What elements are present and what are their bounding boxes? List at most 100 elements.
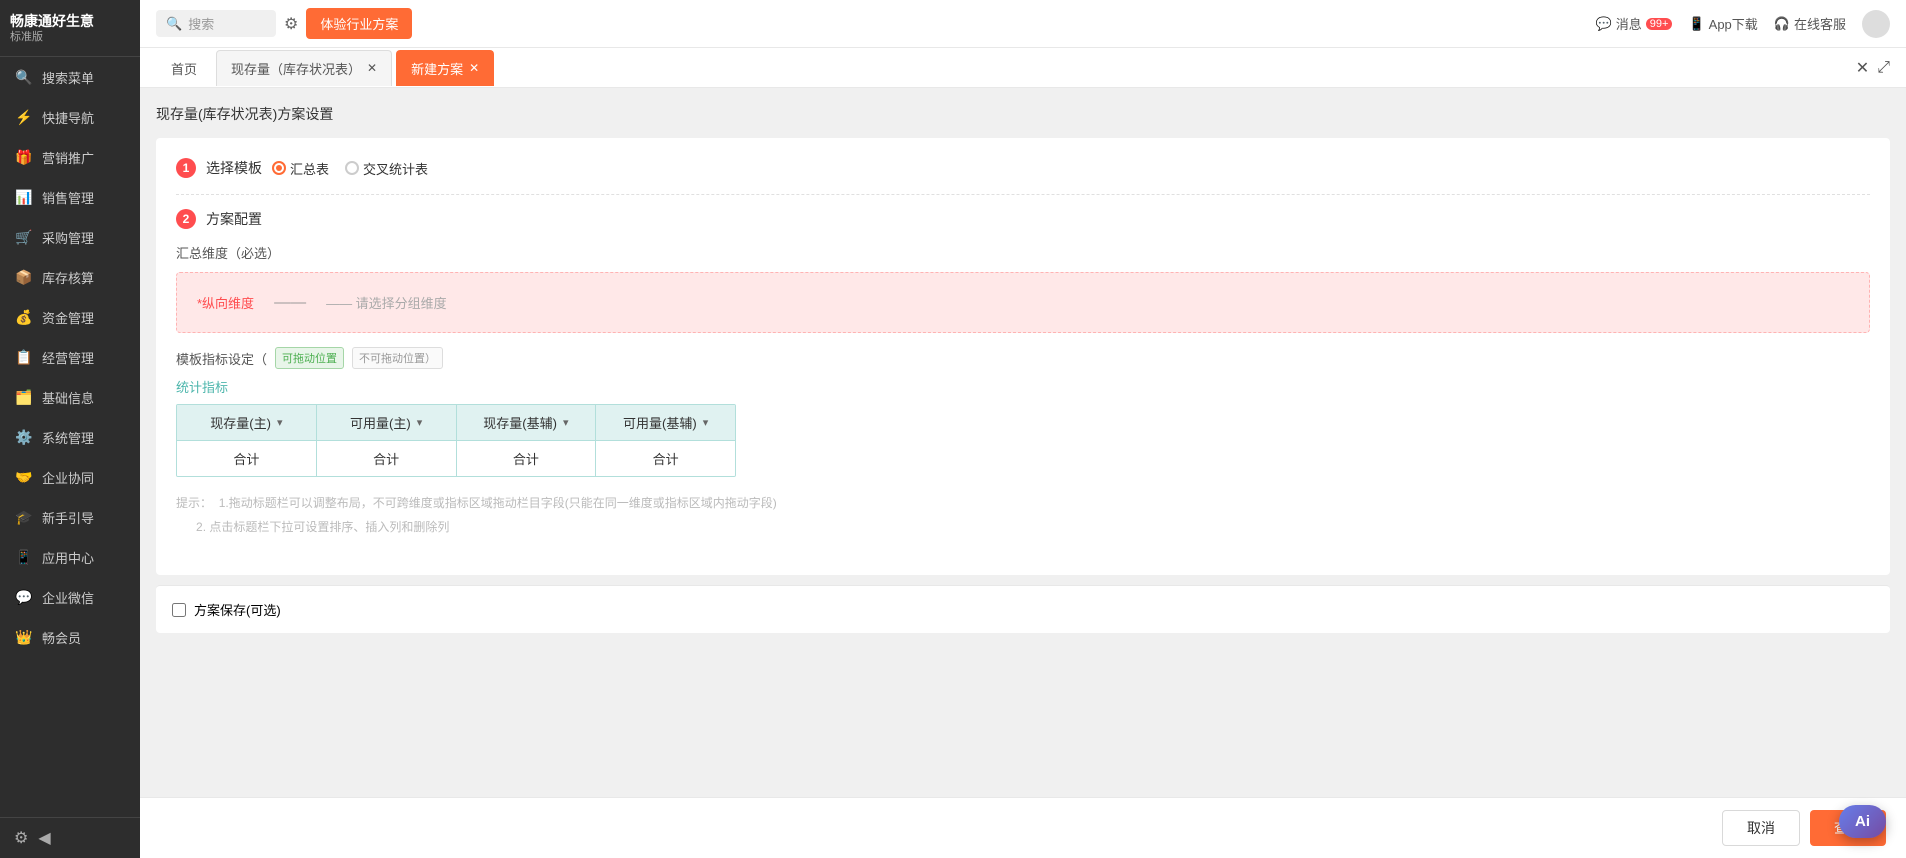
cancel-button[interactable]: 取消 xyxy=(1722,810,1800,846)
stats-col-4-header[interactable]: 可用量(基辅) ▾ xyxy=(596,405,735,440)
sidebar-label-shortcut: 快捷导航 xyxy=(42,108,94,127)
tab-home[interactable]: 首页 xyxy=(156,50,212,86)
settings-icon[interactable]: ⚙ xyxy=(14,828,28,848)
save-checkbox[interactable] xyxy=(172,603,186,617)
sidebar-icon-basic: 🗂️ xyxy=(14,387,34,407)
dim-area: *纵向维度 —— —— 请选择分组维度 xyxy=(176,272,1870,333)
col2-label: 可用量(主) xyxy=(350,413,411,432)
edition-label: 标准版 xyxy=(10,30,130,44)
section2-num: 2 xyxy=(176,209,196,229)
sidebar-icon-operations: 📋 xyxy=(14,347,34,367)
sidebar-item-search[interactable]: 🔍 搜索菜单 xyxy=(0,57,140,97)
sidebar-item-newbie[interactable]: 🎓 新手引导 xyxy=(0,497,140,537)
sidebar-item-basic[interactable]: 🗂️ 基础信息 xyxy=(0,377,140,417)
sidebar-label-system: 系统管理 xyxy=(42,428,94,447)
indicator-label: 模板指标设定（ 可拖动位置 不可拖动位置） xyxy=(176,347,1870,369)
radio-summary-btn xyxy=(272,161,286,175)
sidebar-icon-purchase: 🛒 xyxy=(14,227,34,247)
radio-cross-label: 交叉统计表 xyxy=(363,159,428,178)
stats-label: 统计指标 xyxy=(176,377,1870,396)
stats-col-1-header[interactable]: 现存量(主) ▾ xyxy=(177,405,317,440)
app-download-btn[interactable]: 📱 App下载 xyxy=(1688,14,1757,33)
vertical-dim-label: *纵向维度 xyxy=(197,293,254,312)
col2-chevron: ▾ xyxy=(417,416,423,429)
sidebar-logo: 畅康通好生意 标准版 xyxy=(0,0,140,57)
sidebar-item-system[interactable]: ⚙️ 系统管理 xyxy=(0,417,140,457)
stats-col-3-header[interactable]: 现存量(基辅) ▾ xyxy=(457,405,597,440)
col1-label: 现存量(主) xyxy=(210,413,271,432)
sidebar-item-sales[interactable]: 📊 销售管理 xyxy=(0,177,140,217)
search-placeholder: 搜索 xyxy=(188,14,214,33)
search-icon: 🔍 xyxy=(166,16,182,32)
tip-title-label: 提示： xyxy=(176,496,212,510)
section-template: 1 选择模板 汇总表 交叉统计表 xyxy=(176,158,1870,178)
sidebar-label-newbie: 新手引导 xyxy=(42,508,94,527)
sidebar-item-enterprise[interactable]: 🤝 企业协同 xyxy=(0,457,140,497)
col4-label: 可用量(基辅) xyxy=(623,413,697,432)
tips-section: 提示： 1.拖动标题栏可以调整布局，不可跨维度或指标区域拖动栏目字段(只能在同一… xyxy=(176,491,1870,539)
sidebar-label-marketing: 营销推广 xyxy=(42,148,94,167)
tabs-actions: ✕ ⤢ xyxy=(1856,58,1890,78)
message-icon: 💬 xyxy=(1596,16,1612,32)
search-bar[interactable]: 🔍 搜索 xyxy=(156,10,276,37)
tab-home-label: 首页 xyxy=(171,59,197,78)
section2-header: 2 方案配置 xyxy=(176,209,1870,229)
radio-cross-btn xyxy=(345,161,359,175)
sidebar: 畅康通好生意 标准版 🔍 搜索菜单 ⚡ 快捷导航 🎁 营销推广 📊 销售管理 🛒… xyxy=(0,0,140,858)
sidebar-icon-search: 🔍 xyxy=(14,67,34,87)
close-tab-btn[interactable]: ✕ xyxy=(1856,58,1869,78)
sidebar-nav: 🔍 搜索菜单 ⚡ 快捷导航 🎁 营销推广 📊 销售管理 🛒 采购管理 📦 库存核… xyxy=(0,57,140,817)
stats-col-3-value: 合计 xyxy=(457,441,597,476)
gear-icon[interactable]: ⚙ xyxy=(284,14,298,34)
sidebar-icon-newbie: 🎓 xyxy=(14,507,34,527)
aggregate-dim-label: 汇总维度（必选） xyxy=(176,243,1870,262)
sidebar-label-wechat: 企业微信 xyxy=(42,588,94,607)
user-avatar[interactable] xyxy=(1862,10,1890,38)
tab-inventory[interactable]: 现存量（库存状况表） ✕ xyxy=(216,50,392,86)
sidebar-item-shortcut[interactable]: ⚡ 快捷导航 xyxy=(0,97,140,137)
industry-btn[interactable]: 体验行业方案 xyxy=(306,8,412,39)
section1-num: 1 xyxy=(176,158,196,178)
sidebar-item-finance[interactable]: 💰 资金管理 xyxy=(0,297,140,337)
col3-label: 现存量(基辅) xyxy=(483,413,557,432)
toggle-sidebar-icon[interactable]: ◀ xyxy=(38,828,50,848)
expand-tab-btn[interactable]: ⤢ xyxy=(1877,58,1890,78)
sidebar-item-operations[interactable]: 📋 经营管理 xyxy=(0,337,140,377)
sidebar-item-member[interactable]: 👑 畅会员 xyxy=(0,617,140,657)
sidebar-icon-wechat: 💬 xyxy=(14,587,34,607)
dim-placeholder[interactable]: —— 请选择分组维度 xyxy=(326,293,447,312)
tab-inventory-label: 现存量（库存状况表） xyxy=(231,59,361,78)
message-btn[interactable]: 💬 消息 99+ xyxy=(1596,14,1673,33)
sidebar-bottom: ⚙ ◀ xyxy=(0,817,140,858)
main-area: 🔍 搜索 ⚙ 体验行业方案 💬 消息 99+ 📱 App下载 🎧 在线客服 xyxy=(140,0,1906,858)
sidebar-label-enterprise: 企业协同 xyxy=(42,468,94,487)
stats-col-1-value: 合计 xyxy=(177,441,317,476)
sidebar-item-marketing[interactable]: 🎁 营销推广 xyxy=(0,137,140,177)
tip2-row: 2. 点击标题栏下拉可设置排序、插入列和删除列 xyxy=(176,515,1870,539)
radio-cross[interactable]: 交叉统计表 xyxy=(345,159,428,178)
sidebar-item-appstore[interactable]: 📱 应用中心 xyxy=(0,537,140,577)
sidebar-label-search: 搜索菜单 xyxy=(42,68,94,87)
sidebar-icon-finance: 💰 xyxy=(14,307,34,327)
section1-title: 选择模板 xyxy=(206,158,262,178)
sidebar-item-purchase[interactable]: 🛒 采购管理 xyxy=(0,217,140,257)
non-draggable-tag: 不可拖动位置） xyxy=(352,347,443,369)
topbar-left: 🔍 搜索 ⚙ 体验行业方案 xyxy=(156,8,1584,39)
sidebar-icon-enterprise: 🤝 xyxy=(14,467,34,487)
sidebar-item-wechat[interactable]: 💬 企业微信 xyxy=(0,577,140,617)
sidebar-label-member: 畅会员 xyxy=(42,628,81,647)
tab-new-plan-close[interactable]: ✕ xyxy=(469,61,479,75)
radio-summary-label: 汇总表 xyxy=(290,159,329,178)
ai-fab-button[interactable]: Ai xyxy=(1839,805,1886,838)
radio-summary[interactable]: 汇总表 xyxy=(272,159,329,178)
online-service-btn[interactable]: 🎧 在线客服 xyxy=(1774,14,1846,33)
sidebar-icon-sales: 📊 xyxy=(14,187,34,207)
stats-body-row: 合计 合计 合计 合计 xyxy=(177,440,735,476)
sidebar-label-inventory: 库存核算 xyxy=(42,268,94,287)
section-plan: 2 方案配置 汇总维度（必选） *纵向维度 —— —— 请选择分组维度 模板指标… xyxy=(176,209,1870,539)
sidebar-item-inventory[interactable]: 📦 库存核算 xyxy=(0,257,140,297)
stats-col-2-header[interactable]: 可用量(主) ▾ xyxy=(317,405,457,440)
tab-inventory-close[interactable]: ✕ xyxy=(367,61,377,75)
tip2-text: 2. 点击标题栏下拉可设置排序、插入列和删除列 xyxy=(196,520,449,534)
tab-new-plan[interactable]: 新建方案 ✕ xyxy=(396,50,494,86)
